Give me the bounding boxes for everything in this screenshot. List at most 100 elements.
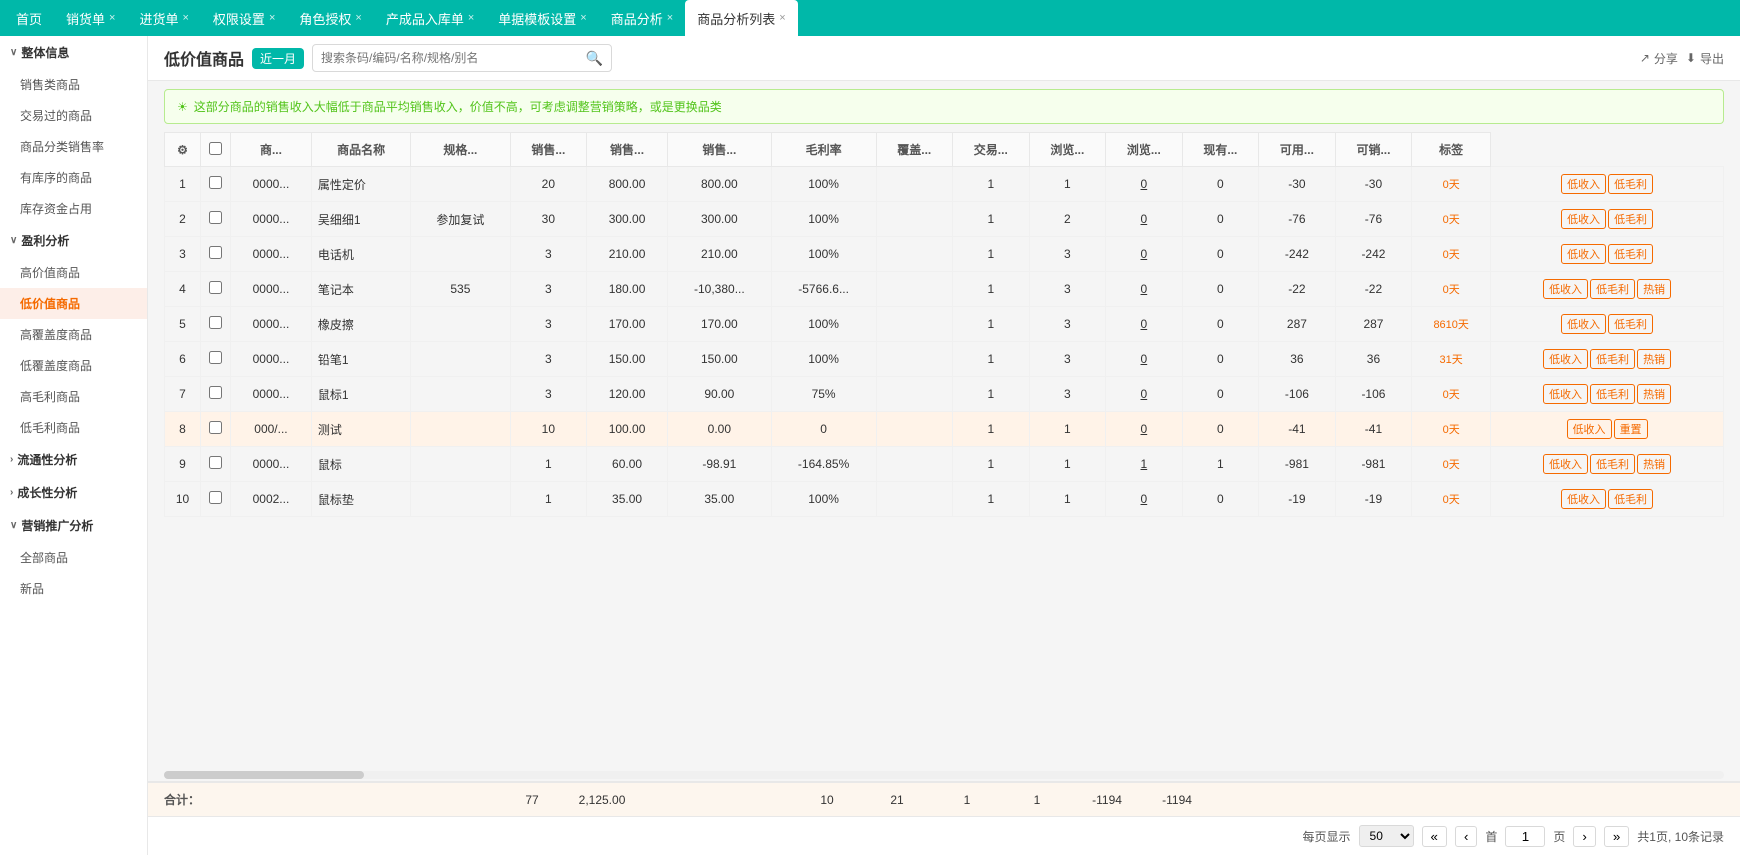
- views-link[interactable]: 0: [1141, 492, 1148, 506]
- horizontal-scrollbar[interactable]: [164, 771, 1724, 779]
- nav-product-analysis-close[interactable]: ×: [667, 12, 673, 24]
- row-checkbox[interactable]: [201, 447, 231, 482]
- col-name[interactable]: 商品名称: [311, 133, 410, 167]
- nav-permissions[interactable]: 权限设置 ×: [201, 0, 287, 36]
- col-available[interactable]: 可用...: [1259, 133, 1336, 167]
- views-link[interactable]: 0: [1141, 387, 1148, 401]
- row-checkbox[interactable]: [201, 342, 231, 377]
- row-spec: [411, 412, 510, 447]
- row-select-checkbox[interactable]: [209, 491, 222, 504]
- last-page-btn[interactable]: »: [1604, 826, 1629, 847]
- col-settings[interactable]: ⚙: [165, 133, 201, 167]
- col-code[interactable]: 商...: [231, 133, 312, 167]
- sidebar-item-traded[interactable]: 交易过的商品: [0, 100, 147, 131]
- sidebar-group-title-marketing[interactable]: ∨ 营销推广分析: [0, 509, 147, 542]
- sidebar-item-inventory-products[interactable]: 有库序的商品: [0, 162, 147, 193]
- sidebar-item-high-margin[interactable]: 高毛利商品: [0, 381, 147, 412]
- nav-template[interactable]: 单据模板设置 ×: [486, 0, 598, 36]
- row-name: 铅笔1: [311, 342, 410, 377]
- export-btn[interactable]: ⬇ 导出: [1686, 50, 1724, 67]
- nav-purchase[interactable]: 进货单 ×: [127, 0, 200, 36]
- col-margin[interactable]: 毛利率: [771, 133, 876, 167]
- nav-roles-close[interactable]: ×: [355, 12, 361, 24]
- nav-sales-close[interactable]: ×: [109, 12, 115, 24]
- sidebar-item-high-value[interactable]: 高价值商品: [0, 257, 147, 288]
- row-checkbox[interactable]: [201, 237, 231, 272]
- col-qty[interactable]: 销售...: [510, 133, 587, 167]
- sidebar-item-low-value[interactable]: 低价值商品: [0, 288, 147, 319]
- views-link[interactable]: 0: [1141, 177, 1148, 191]
- scroll-thumb[interactable]: [164, 771, 364, 779]
- row-checkbox[interactable]: [201, 377, 231, 412]
- row-select-checkbox[interactable]: [209, 246, 222, 259]
- nav-product-analysis[interactable]: 商品分析 ×: [599, 0, 685, 36]
- views-link[interactable]: 0: [1141, 282, 1148, 296]
- time-filter-btn[interactable]: 近一月: [252, 48, 304, 69]
- sidebar-item-new-products[interactable]: 新品: [0, 573, 147, 604]
- row-select-checkbox[interactable]: [209, 281, 222, 294]
- row-select-checkbox[interactable]: [209, 456, 222, 469]
- nav-sales[interactable]: 销货单 ×: [54, 0, 127, 36]
- nav-warehouse-close[interactable]: ×: [468, 12, 474, 24]
- search-input[interactable]: [321, 51, 586, 65]
- row-checkbox[interactable]: [201, 307, 231, 342]
- row-select-checkbox[interactable]: [209, 211, 222, 224]
- nav-roles[interactable]: 角色授权 ×: [287, 0, 373, 36]
- page-size-select[interactable]: 50 20 100 200: [1359, 825, 1414, 847]
- sidebar-group-title-growth[interactable]: › 成长性分析: [0, 476, 147, 509]
- nav-purchase-close[interactable]: ×: [182, 12, 188, 24]
- views-link[interactable]: 1: [1141, 457, 1148, 471]
- views-link[interactable]: 0: [1141, 212, 1148, 226]
- nav-home[interactable]: 首页: [4, 0, 54, 36]
- next-page-btn[interactable]: ›: [1573, 826, 1595, 847]
- sidebar-item-sales-products[interactable]: 销售类商品: [0, 69, 147, 100]
- select-all-checkbox[interactable]: [209, 142, 222, 155]
- nav-template-close[interactable]: ×: [580, 12, 586, 24]
- views-link[interactable]: 0: [1141, 247, 1148, 261]
- product-tag: 低毛利: [1608, 489, 1653, 509]
- first-page-btn[interactable]: «: [1422, 826, 1447, 847]
- col-stock[interactable]: 现有...: [1182, 133, 1259, 167]
- sidebar-group-title-overview[interactable]: ∨ 整体信息: [0, 36, 147, 69]
- col-checkbox-all[interactable]: [201, 133, 231, 167]
- row-select-checkbox[interactable]: [209, 351, 222, 364]
- row-checkbox[interactable]: [201, 272, 231, 307]
- views-link[interactable]: 0: [1141, 352, 1148, 366]
- row-select-checkbox[interactable]: [209, 316, 222, 329]
- sidebar-item-high-coverage[interactable]: 高覆盖度商品: [0, 319, 147, 350]
- col-coverage[interactable]: 覆盖...: [876, 133, 953, 167]
- col-spec[interactable]: 规格...: [411, 133, 510, 167]
- row-select-checkbox[interactable]: [209, 386, 222, 399]
- sidebar-group-title-liquidity[interactable]: › 流通性分析: [0, 443, 147, 476]
- sidebar-item-low-coverage[interactable]: 低覆盖度商品: [0, 350, 147, 381]
- row-checkbox[interactable]: [201, 202, 231, 237]
- row-checkbox[interactable]: [201, 482, 231, 517]
- sidebar-item-all-products[interactable]: 全部商品: [0, 542, 147, 573]
- nav-product-list-close[interactable]: ×: [779, 12, 785, 24]
- row-select-checkbox[interactable]: [209, 176, 222, 189]
- col-tags[interactable]: 标签: [1412, 133, 1491, 167]
- row-checkbox[interactable]: [201, 412, 231, 447]
- nav-permissions-close[interactable]: ×: [269, 12, 275, 24]
- sidebar-item-category-rate[interactable]: 商品分类销售率: [0, 131, 147, 162]
- views-link[interactable]: 0: [1141, 422, 1148, 436]
- views-link[interactable]: 0: [1141, 317, 1148, 331]
- col-sales1[interactable]: 销售...: [587, 133, 668, 167]
- col-views2[interactable]: 浏览...: [1106, 133, 1183, 167]
- nav-product-list[interactable]: 商品分析列表 ×: [685, 0, 797, 36]
- page-input[interactable]: [1505, 826, 1545, 847]
- col-views1[interactable]: 浏览...: [1029, 133, 1106, 167]
- col-saleable[interactable]: 可销...: [1335, 133, 1412, 167]
- nav-warehouse[interactable]: 产成品入库单 ×: [374, 0, 486, 36]
- sidebar-item-low-margin[interactable]: 低毛利商品: [0, 412, 147, 443]
- pagination-bar: 每页显示 50 20 100 200 « ‹ 首 页 › » 共1页, 10条记…: [148, 816, 1740, 855]
- sidebar-group-title-profit[interactable]: ∨ 盈利分析: [0, 224, 147, 257]
- col-transaction[interactable]: 交易...: [953, 133, 1030, 167]
- search-icon[interactable]: 🔍: [586, 50, 603, 67]
- sidebar-item-inventory-capital[interactable]: 库存资金占用: [0, 193, 147, 224]
- prev-page-btn[interactable]: ‹: [1455, 826, 1477, 847]
- row-select-checkbox[interactable]: [209, 421, 222, 434]
- share-btn[interactable]: ↗ 分享: [1640, 50, 1678, 67]
- col-sales2[interactable]: 销售...: [668, 133, 772, 167]
- row-checkbox[interactable]: [201, 167, 231, 202]
